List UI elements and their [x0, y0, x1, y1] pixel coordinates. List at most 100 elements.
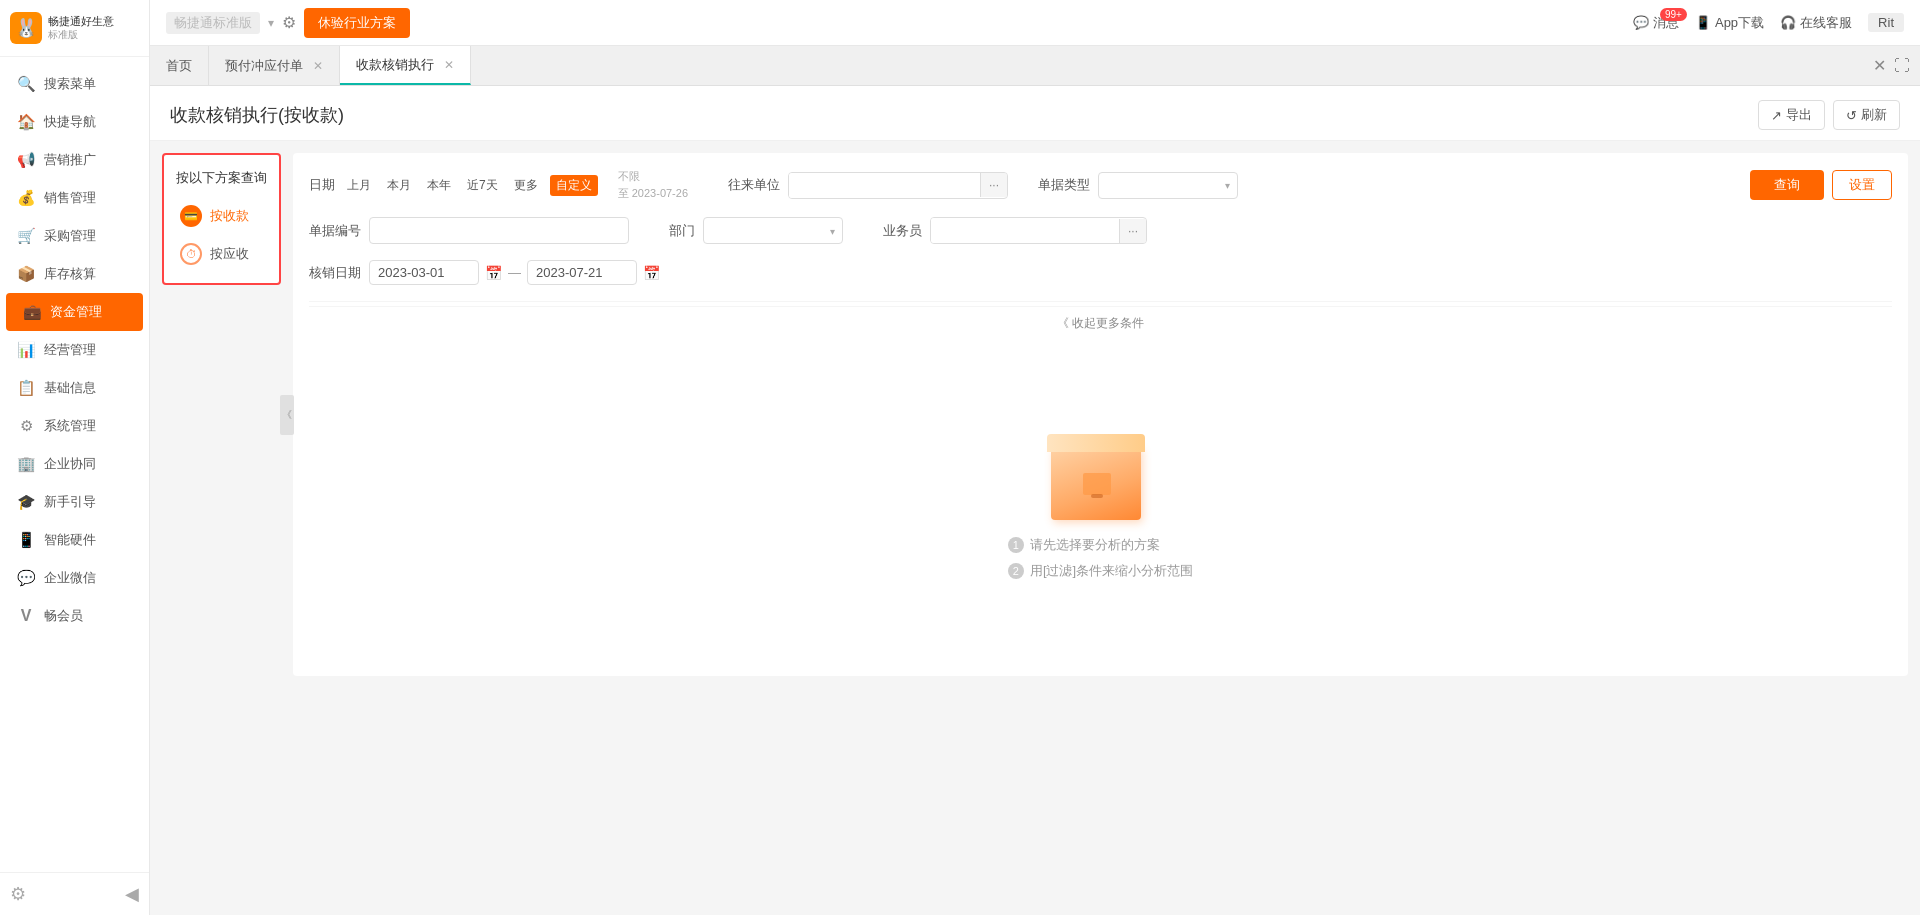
tab-receipt-cancel-label: 收款核销执行	[356, 56, 434, 74]
date-shortcut-more[interactable]: 更多	[510, 175, 542, 196]
topbar-chevron-icon[interactable]: ▾	[268, 16, 274, 30]
salesman-input[interactable]	[931, 218, 1119, 243]
filter-by-receipt[interactable]: 💳 按收款	[164, 197, 279, 235]
user-name[interactable]: Rit	[1868, 13, 1904, 32]
doc-type-select-wrap: ▾	[1098, 172, 1238, 199]
sidebar-item-search-label: 搜索菜单	[44, 75, 96, 93]
content-area: 按以下方案查询 💳 按收款 ⏱ 按应收 《	[150, 141, 1920, 688]
verify-date-start-input[interactable]	[369, 260, 479, 285]
verify-date-end-input[interactable]	[527, 260, 637, 285]
system-icon: ⚙	[16, 417, 36, 435]
enterprise-icon: 🏢	[16, 455, 36, 473]
sidebar-item-system[interactable]: ⚙ 系统管理	[0, 407, 149, 445]
sidebar-logo: 🐰 畅捷通好生意 标准版	[0, 0, 149, 57]
verify-date-start-cal-icon[interactable]: 📅	[485, 265, 502, 281]
sidebar-item-enterprise[interactable]: 🏢 企业协同	[0, 445, 149, 483]
sidebar-item-inventory[interactable]: 📦 库存核算	[0, 255, 149, 293]
date-shortcut-last-month[interactable]: 上月	[343, 175, 375, 196]
service-label: 在线客服	[1800, 14, 1852, 32]
tab-expand-icon[interactable]: ⛶	[1894, 57, 1910, 75]
date-shortcut-this-month[interactable]: 本月	[383, 175, 415, 196]
refresh-icon: ↺	[1846, 108, 1857, 123]
hardware-icon: 📱	[16, 531, 36, 549]
doc-type-select[interactable]	[1098, 172, 1238, 199]
sidebar-item-inventory-label: 库存核算	[44, 265, 96, 283]
tab-home-label: 首页	[166, 57, 192, 75]
date-to-text: 至 2023-07-26	[618, 186, 688, 201]
tab-prepay[interactable]: 预付冲应付单 ✕	[209, 46, 340, 85]
management-icon: 📊	[16, 341, 36, 359]
empty-step-2: 2 用[过滤]条件来缩小分析范围	[1008, 562, 1193, 580]
tab-receipt-cancel[interactable]: 收款核销执行 ✕	[340, 46, 471, 85]
sidebar-item-quick-nav[interactable]: 🏠 快捷导航	[0, 103, 149, 141]
date-shortcut-this-year[interactable]: 本年	[423, 175, 455, 196]
refresh-label: 刷新	[1861, 106, 1887, 124]
form-row-3: 核销日期 📅 — 📅	[309, 260, 1892, 285]
app-icon: 📱	[1695, 15, 1711, 30]
online-service-button[interactable]: 🎧 在线客服	[1780, 14, 1852, 32]
app-download-button[interactable]: 📱 App下载	[1695, 14, 1764, 32]
dept-select[interactable]	[703, 217, 843, 244]
sidebar-item-hardware[interactable]: 📱 智能硬件	[0, 521, 149, 559]
settings-button[interactable]: 设置	[1832, 170, 1892, 200]
dept-select-wrap: ▾	[703, 217, 843, 244]
sidebar-bottom: ⚙ ◀	[0, 872, 149, 915]
sidebar-settings-icon[interactable]: ⚙	[10, 883, 26, 905]
sidebar-item-basic-info[interactable]: 📋 基础信息	[0, 369, 149, 407]
collapse-more-btn[interactable]: 《 收起更多条件	[309, 306, 1892, 340]
sidebar-item-sales-label: 销售管理	[44, 189, 96, 207]
tab-prepay-close-icon[interactable]: ✕	[313, 59, 323, 73]
counterparty-ellipsis-btn[interactable]: ···	[980, 173, 1007, 197]
date-shortcut-custom[interactable]: 自定义	[550, 175, 598, 196]
salesman-ellipsis-btn[interactable]: ···	[1119, 219, 1146, 243]
page-title: 收款核销执行(按收款)	[170, 103, 344, 127]
sidebar-item-finance[interactable]: 💼 资金管理	[6, 293, 143, 331]
doc-type-label: 单据类型	[1038, 176, 1090, 194]
sidebar-item-search[interactable]: 🔍 搜索菜单	[0, 65, 149, 103]
filter-by-receivable-label: 按应收	[210, 245, 249, 263]
verify-date-end-cal-icon[interactable]: 📅	[643, 265, 660, 281]
sidebar-item-purchase[interactable]: 🛒 采购管理	[0, 217, 149, 255]
sidebar-item-guide[interactable]: 🎓 新手引导	[0, 483, 149, 521]
tab-close-all-icon[interactable]: ✕	[1873, 56, 1886, 75]
date-no-limit-text: 不限	[618, 169, 640, 184]
refresh-button[interactable]: ↺ 刷新	[1833, 100, 1900, 130]
doc-no-input[interactable]	[369, 217, 629, 244]
solution-button[interactable]: 休验行业方案	[304, 8, 410, 38]
service-icon: 🎧	[1780, 15, 1796, 30]
sidebar-item-management-label: 经营管理	[44, 341, 96, 359]
date-group: 日期 上月 本月 本年 近7天 更多 自定义	[309, 175, 598, 196]
sidebar-item-system-label: 系统管理	[44, 417, 96, 435]
sidebar-item-sales[interactable]: 💰 销售管理	[0, 179, 149, 217]
filter-by-receivable[interactable]: ⏱ 按应收	[164, 235, 279, 273]
date-shortcut-7days[interactable]: 近7天	[463, 175, 502, 196]
filter-panel-collapse-btn[interactable]: 《	[280, 395, 294, 435]
logo-icon: 🐰	[10, 12, 42, 44]
app-label: App下载	[1715, 14, 1764, 32]
verify-date-separator: —	[508, 265, 521, 280]
sidebar-collapse-icon[interactable]: ◀	[125, 883, 139, 905]
export-button[interactable]: ↗ 导出	[1758, 100, 1825, 130]
dept-group: 部门 ▾	[669, 217, 843, 244]
empty-box-lid	[1047, 434, 1145, 452]
sidebar-item-marketing[interactable]: 📢 营销推广	[0, 141, 149, 179]
tab-home[interactable]: 首页	[150, 46, 209, 85]
tabbar: 首页 预付冲应付单 ✕ 收款核销执行 ✕ ✕ ⛶	[150, 46, 1920, 86]
step-1-text: 请先选择要分析的方案	[1030, 536, 1160, 554]
sidebar-item-member[interactable]: V 畅会员	[0, 597, 149, 635]
sidebar-item-marketing-label: 营销推广	[44, 151, 96, 169]
basic-info-icon: 📋	[16, 379, 36, 397]
form-row-1: 日期 上月 本月 本年 近7天 更多 自定义 不限 至 2023-07-26	[309, 169, 1892, 201]
message-button[interactable]: 💬 消息 99+	[1633, 14, 1679, 32]
sidebar-item-enterprise-label: 企业协同	[44, 455, 96, 473]
topbar-settings-icon[interactable]: ⚙	[282, 13, 296, 32]
sidebar-item-wechat[interactable]: 💬 企业微信	[0, 559, 149, 597]
empty-box-face	[1083, 473, 1111, 495]
query-button[interactable]: 查询	[1750, 170, 1824, 200]
date-label: 日期	[309, 176, 335, 194]
tab-receipt-close-icon[interactable]: ✕	[444, 58, 454, 72]
sidebar-item-management[interactable]: 📊 经营管理	[0, 331, 149, 369]
purchase-icon: 🛒	[16, 227, 36, 245]
step-1-num: 1	[1008, 537, 1024, 553]
counterparty-input[interactable]	[789, 173, 980, 198]
